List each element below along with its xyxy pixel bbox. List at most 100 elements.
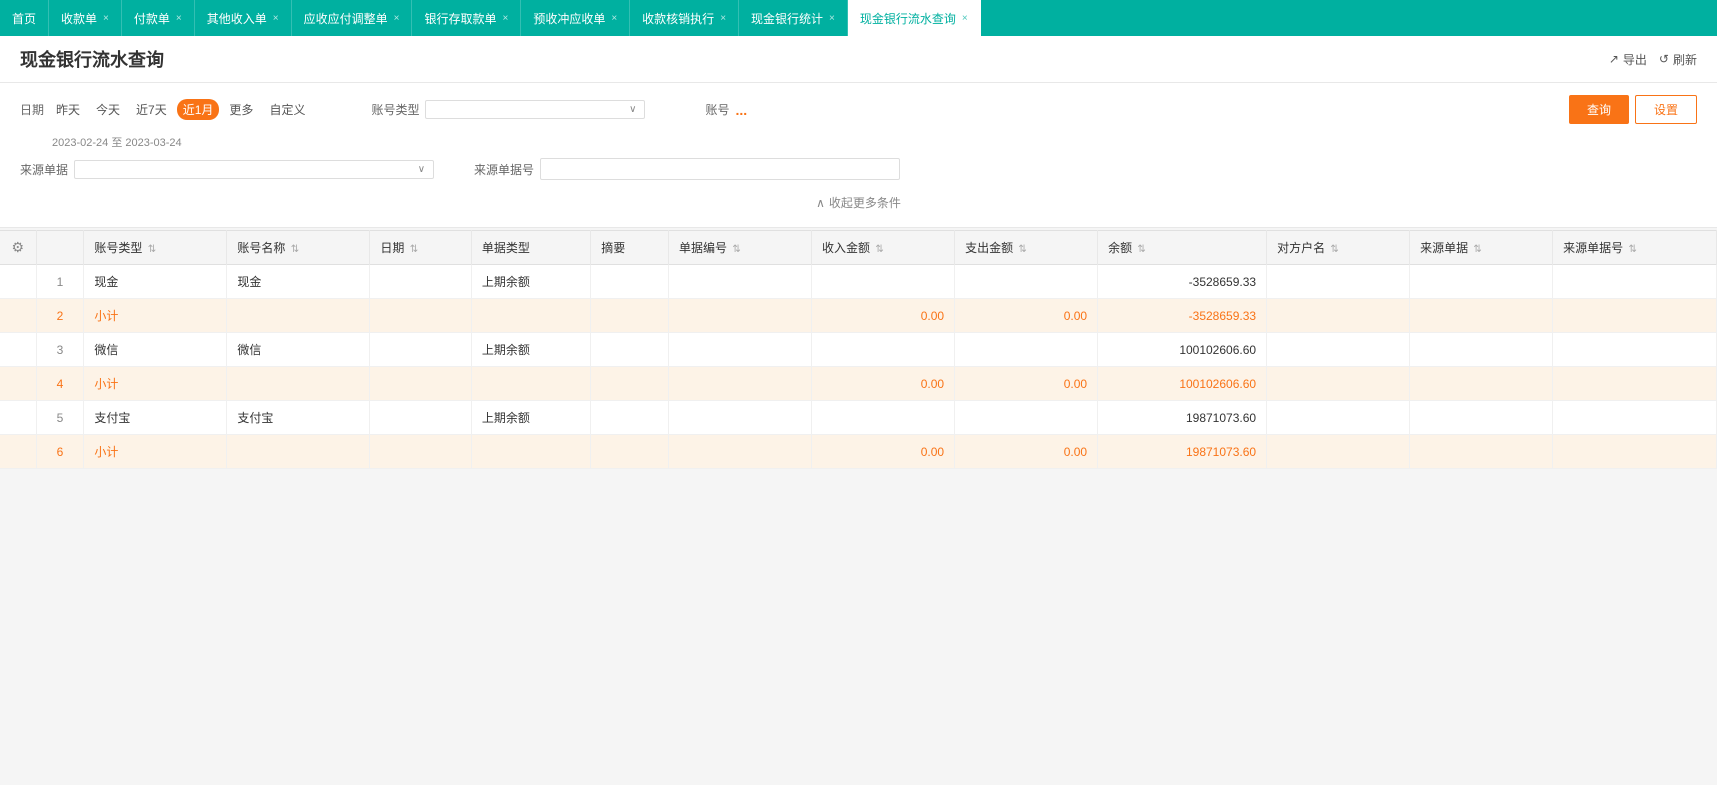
cell-date [370, 265, 472, 299]
col-account-name[interactable]: 账号名称 ⇅ [227, 231, 370, 265]
cell-settings [0, 265, 36, 299]
col-expense[interactable]: 支出金额 ⇅ [955, 231, 1098, 265]
page-title: 现金银行流水查询 [20, 46, 164, 72]
cell-date [370, 333, 472, 367]
col-source-doc-num[interactable]: 来源单据号 ⇅ [1553, 231, 1717, 265]
cell-source-doc-num [1553, 435, 1717, 469]
close-tab-advance-receipt-icon[interactable]: × [611, 13, 617, 24]
nav-tab-advance-receipt[interactable]: 预收冲应收单× [521, 0, 630, 36]
page-header: 现金银行流水查询 ↗ 导出 ↺ 刷新 [0, 36, 1717, 83]
source-doc-num-label: 来源单据号 [474, 161, 534, 178]
cell-account-type: 微信 [84, 333, 227, 367]
source-doc-select[interactable]: ∨ [74, 160, 434, 179]
cell-counterpart [1267, 299, 1410, 333]
cell-doc-type [471, 299, 590, 333]
sort-source-doc-icon: ⇅ [1473, 244, 1481, 255]
col-counterpart[interactable]: 对方户名 ⇅ [1267, 231, 1410, 265]
export-button[interactable]: ↗ 导出 [1609, 51, 1647, 68]
query-button[interactable]: 查询 [1569, 95, 1629, 124]
cell-num: 3 [36, 333, 84, 367]
date-opt-yesterday[interactable]: 昨天 [50, 99, 86, 120]
cell-account-name: 现金 [227, 265, 370, 299]
close-tab-payment-icon[interactable]: × [176, 13, 182, 24]
cell-income [812, 333, 955, 367]
cell-source-doc-num [1553, 333, 1717, 367]
table-row: 6小计0.000.0019871073.60 [0, 435, 1717, 469]
cell-date [370, 435, 472, 469]
data-table-area: ⚙ 账号类型 ⇅ 账号名称 ⇅ 日期 ⇅ 单据类型 摘要 单据编号 ⇅ 收入金额… [0, 230, 1717, 469]
refresh-button[interactable]: ↺ 刷新 [1659, 51, 1697, 68]
close-tab-bank-deposit-icon[interactable]: × [502, 13, 508, 24]
cell-source-doc [1410, 299, 1553, 333]
table-body: 1现金现金上期余额-3528659.332小计0.000.00-3528659.… [0, 265, 1717, 469]
source-doc-num-filter: 来源单据号 [474, 158, 900, 180]
nav-tab-receipt[interactable]: 收款单× [49, 0, 122, 36]
close-tab-cash-stats-icon[interactable]: × [829, 13, 835, 24]
col-balance[interactable]: 余额 ⇅ [1098, 231, 1267, 265]
col-account-type[interactable]: 账号类型 ⇅ [84, 231, 227, 265]
export-icon: ↗ [1609, 52, 1619, 66]
cell-source-doc-num [1553, 367, 1717, 401]
source-doc-filter: 来源单据 ∨ [20, 160, 434, 179]
cell-doc-num [669, 333, 812, 367]
cell-doc-num [669, 401, 812, 435]
cell-doc-type: 上期余额 [471, 401, 590, 435]
date-label: 日期 [20, 101, 44, 118]
col-date[interactable]: 日期 ⇅ [370, 231, 472, 265]
account-dots-button[interactable]: ... [735, 102, 747, 118]
col-num [36, 231, 84, 265]
close-tab-adjustment-icon[interactable]: × [394, 13, 400, 24]
sort-source-doc-num-icon: ⇅ [1628, 244, 1636, 255]
cell-counterpart [1267, 401, 1410, 435]
nav-tab-other-income[interactable]: 其他收入单× [195, 0, 292, 36]
account-type-select[interactable]: ∨ [425, 100, 645, 119]
nav-tab-flow-query[interactable]: 现金银行流水查询× [848, 0, 981, 36]
table-row: 3微信微信上期余额100102606.60 [0, 333, 1717, 367]
nav-tab-writeoff[interactable]: 收款核销执行× [630, 0, 739, 36]
cell-settings [0, 435, 36, 469]
cell-income: 0.00 [812, 435, 955, 469]
col-doc-num[interactable]: 单据编号 ⇅ [669, 231, 812, 265]
col-income[interactable]: 收入金额 ⇅ [812, 231, 955, 265]
settings-button[interactable]: 设置 [1635, 95, 1697, 124]
cell-num: 2 [36, 299, 84, 333]
cell-counterpart [1267, 435, 1410, 469]
source-doc-num-input[interactable] [540, 158, 900, 180]
nav-tab-cash-stats[interactable]: 现金银行统计× [739, 0, 848, 36]
cell-source-doc-num [1553, 299, 1717, 333]
cell-account-name: 微信 [227, 333, 370, 367]
nav-tab-bank-deposit[interactable]: 银行存取款单× [412, 0, 521, 36]
cell-date [370, 299, 472, 333]
close-tab-flow-query-icon[interactable]: × [962, 13, 968, 24]
close-tab-writeoff-icon[interactable]: × [720, 13, 726, 24]
cell-settings [0, 333, 36, 367]
date-opt-more[interactable]: 更多 [223, 99, 259, 120]
cell-source-doc [1410, 333, 1553, 367]
filter-row-2: 来源单据 ∨ 来源单据号 [20, 158, 1697, 180]
close-tab-receipt-icon[interactable]: × [103, 13, 109, 24]
cell-balance: 100102606.60 [1098, 367, 1267, 401]
date-options: 昨天 今天 近7天 近1月 更多 自定义 [50, 99, 311, 120]
sort-balance-icon: ⇅ [1137, 244, 1145, 255]
date-opt-custom[interactable]: 自定义 [263, 99, 311, 120]
date-range-text: 2023-02-24 至 2023-03-24 [52, 137, 182, 149]
date-opt-1month[interactable]: 近1月 [177, 99, 220, 120]
column-settings-icon[interactable]: ⚙ [11, 239, 24, 255]
cell-doc-type: 上期余额 [471, 333, 590, 367]
nav-tab-home[interactable]: 首页 [0, 0, 49, 36]
col-settings: ⚙ [0, 231, 36, 265]
nav-tab-adjustment[interactable]: 应收应付调整单× [292, 0, 413, 36]
cell-counterpart [1267, 265, 1410, 299]
cell-settings [0, 299, 36, 333]
cell-doc-type [471, 367, 590, 401]
nav-tab-payment[interactable]: 付款单× [122, 0, 195, 36]
action-buttons: 查询 设置 [1569, 95, 1697, 124]
date-opt-today[interactable]: 今天 [90, 99, 126, 120]
cell-summary [591, 265, 669, 299]
date-opt-7days[interactable]: 近7天 [130, 99, 173, 120]
cell-income: 0.00 [812, 367, 955, 401]
collapse-button[interactable]: ∧ 收起更多条件 [20, 190, 1697, 215]
col-source-doc[interactable]: 来源单据 ⇅ [1410, 231, 1553, 265]
data-table: ⚙ 账号类型 ⇅ 账号名称 ⇅ 日期 ⇅ 单据类型 摘要 单据编号 ⇅ 收入金额… [0, 230, 1717, 469]
close-tab-other-income-icon[interactable]: × [273, 13, 279, 24]
